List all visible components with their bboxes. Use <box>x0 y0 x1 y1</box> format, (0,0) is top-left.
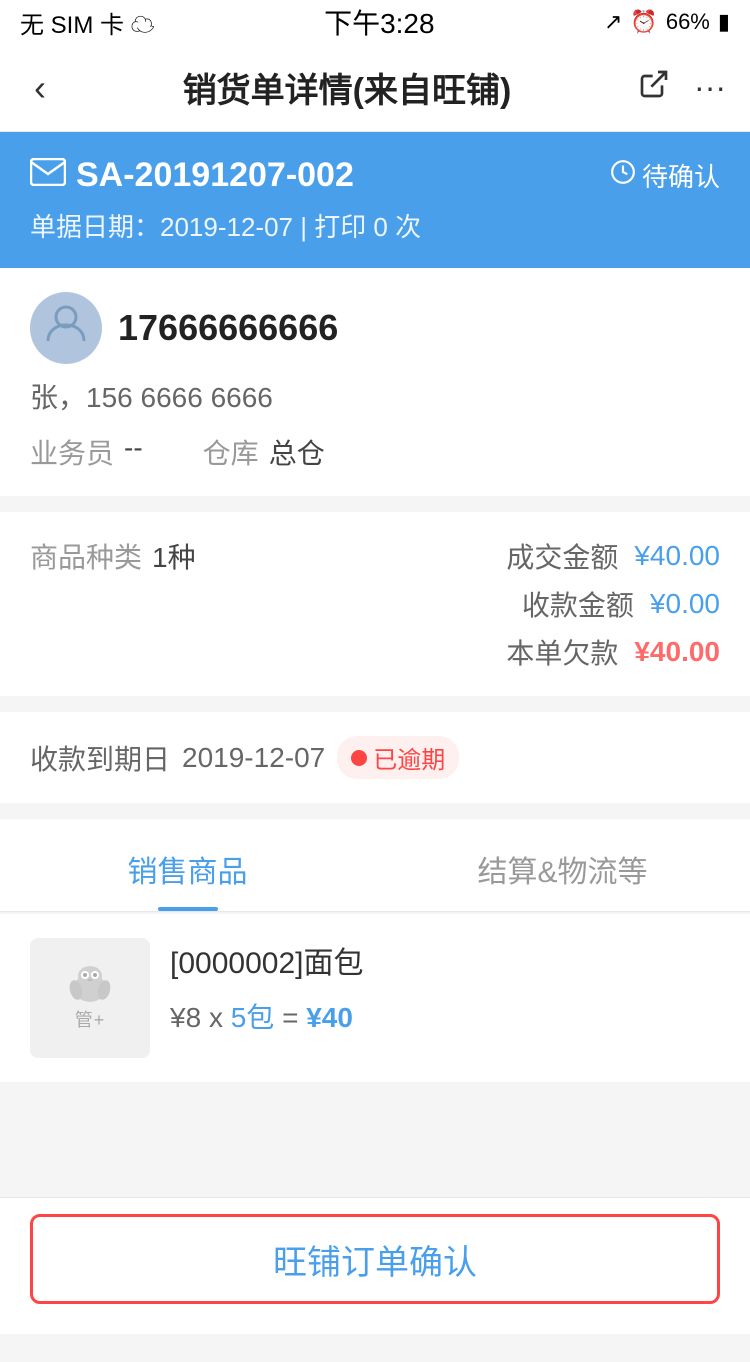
avatar-icon <box>44 301 88 355</box>
nav-bar: ‹ 销货单详情(来自旺铺) ··· <box>0 44 750 132</box>
status-left: 无 SIM 卡 ☁ <box>20 5 155 40</box>
tabs-section: 销售商品 结算&物流等 <box>0 819 750 912</box>
multiply-sign: x <box>209 1002 231 1033</box>
battery-text: 66% <box>666 9 710 35</box>
confirm-order-button[interactable]: 旺铺订单确认 <box>30 1214 720 1304</box>
salesman-label: 业务员 <box>30 432 114 472</box>
clock-icon <box>610 159 636 192</box>
salesman-meta: 业务员 -- <box>30 432 143 472</box>
total-price: ¥40 <box>306 1002 353 1033</box>
amounts: 成交金额 ¥40.00 收款金额 ¥0.00 本单欠款 ¥40.00 <box>506 536 720 672</box>
share-icon[interactable] <box>638 68 670 108</box>
no-sim-text: 无 SIM 卡 ☁ <box>20 5 155 40</box>
order-status: 待确认 <box>610 157 720 194</box>
customer-section: 17666666666 张，156 6666 6666 业务员 -- 仓库 总仓 <box>0 268 750 496</box>
owed-label: 本单欠款 <box>506 632 618 672</box>
owed-amount-row: 本单欠款 ¥40.00 <box>506 632 720 672</box>
deal-amount-label: 成交金额 <box>506 536 618 576</box>
deal-amount-row: 成交金额 ¥40.00 <box>506 536 720 576</box>
order-date: 单据日期：2019-12-07 | 打印 0 次 <box>30 207 720 244</box>
battery-icon: ▮ <box>718 9 730 35</box>
product-section: 管+ [0000002]面包 ¥8 x 5包 = ¥40 <box>0 914 750 1082</box>
status-bar: 无 SIM 卡 ☁ 下午3:28 ↗ ⏰ 66% ▮ <box>0 0 750 44</box>
tab-settlement[interactable]: 结算&物流等 <box>375 819 750 911</box>
status-right: ↗ ⏰ 66% ▮ <box>604 9 730 35</box>
nav-actions: ··· <box>638 68 726 108</box>
product-thumbnail: 管+ <box>30 938 150 1058</box>
overdue-badge: 已逾期 <box>337 736 459 779</box>
received-label: 收款金额 <box>522 584 634 624</box>
bottom-bar: 旺铺订单确认 <box>0 1197 750 1334</box>
category-label: 商品种类 <box>30 536 142 576</box>
more-button[interactable]: ··· <box>694 69 726 106</box>
due-date-section: 收款到期日 2019-12-07 已逾期 <box>0 712 750 803</box>
warehouse-value: 总仓 <box>269 432 325 472</box>
order-id: SA-20191207-002 <box>30 156 354 195</box>
customer-phone: 17666666666 <box>118 307 338 349</box>
alarm-icon: ⏰ <box>630 9 657 35</box>
received-value: ¥0.00 <box>650 588 720 620</box>
location-icon: ↗ <box>604 9 622 35</box>
warehouse-label: 仓库 <box>203 432 259 472</box>
equals-sign: = <box>282 1002 306 1033</box>
order-header: SA-20191207-002 待确认 单据日期：2019-12-07 | 打印… <box>0 132 750 268</box>
order-mail-icon <box>30 156 66 195</box>
summary-section: 商品种类 1种 成交金额 ¥40.00 收款金额 ¥0.00 本单欠款 ¥40.… <box>0 512 750 696</box>
received-amount-row: 收款金额 ¥0.00 <box>522 584 720 624</box>
tabs-row: 销售商品 结算&物流等 <box>0 819 750 912</box>
due-date-value: 2019-12-07 <box>182 742 325 774</box>
quantity: 5包 <box>231 1002 275 1033</box>
due-date-label: 收款到期日 <box>30 738 170 778</box>
salesman-value: -- <box>124 432 143 472</box>
product-name: [0000002]面包 <box>170 938 720 982</box>
customer-avatar <box>30 292 102 364</box>
owed-value: ¥40.00 <box>634 636 720 668</box>
page-title: 销货单详情(来自旺铺) <box>183 63 512 112</box>
product-info: [0000002]面包 ¥8 x 5包 = ¥40 <box>170 938 720 1036</box>
overdue-dot-icon <box>351 750 367 766</box>
back-button[interactable]: ‹ <box>24 57 56 119</box>
unit-price: ¥8 <box>170 1002 201 1033</box>
product-price: ¥8 x 5包 = ¥40 <box>170 996 720 1036</box>
product-item: 管+ [0000002]面包 ¥8 x 5包 = ¥40 <box>30 938 720 1058</box>
category-value: 1种 <box>152 536 196 576</box>
customer-name: 张，156 6666 6666 <box>30 376 720 416</box>
status-time: 下午3:28 <box>324 2 435 42</box>
tab-sales-products[interactable]: 销售商品 <box>0 819 375 911</box>
warehouse-meta: 仓库 总仓 <box>203 432 325 472</box>
customer-meta: 业务员 -- 仓库 总仓 <box>30 432 720 472</box>
overdue-text: 已逾期 <box>373 740 445 775</box>
deal-amount-value: ¥40.00 <box>634 540 720 572</box>
product-category: 商品种类 1种 <box>30 536 196 576</box>
